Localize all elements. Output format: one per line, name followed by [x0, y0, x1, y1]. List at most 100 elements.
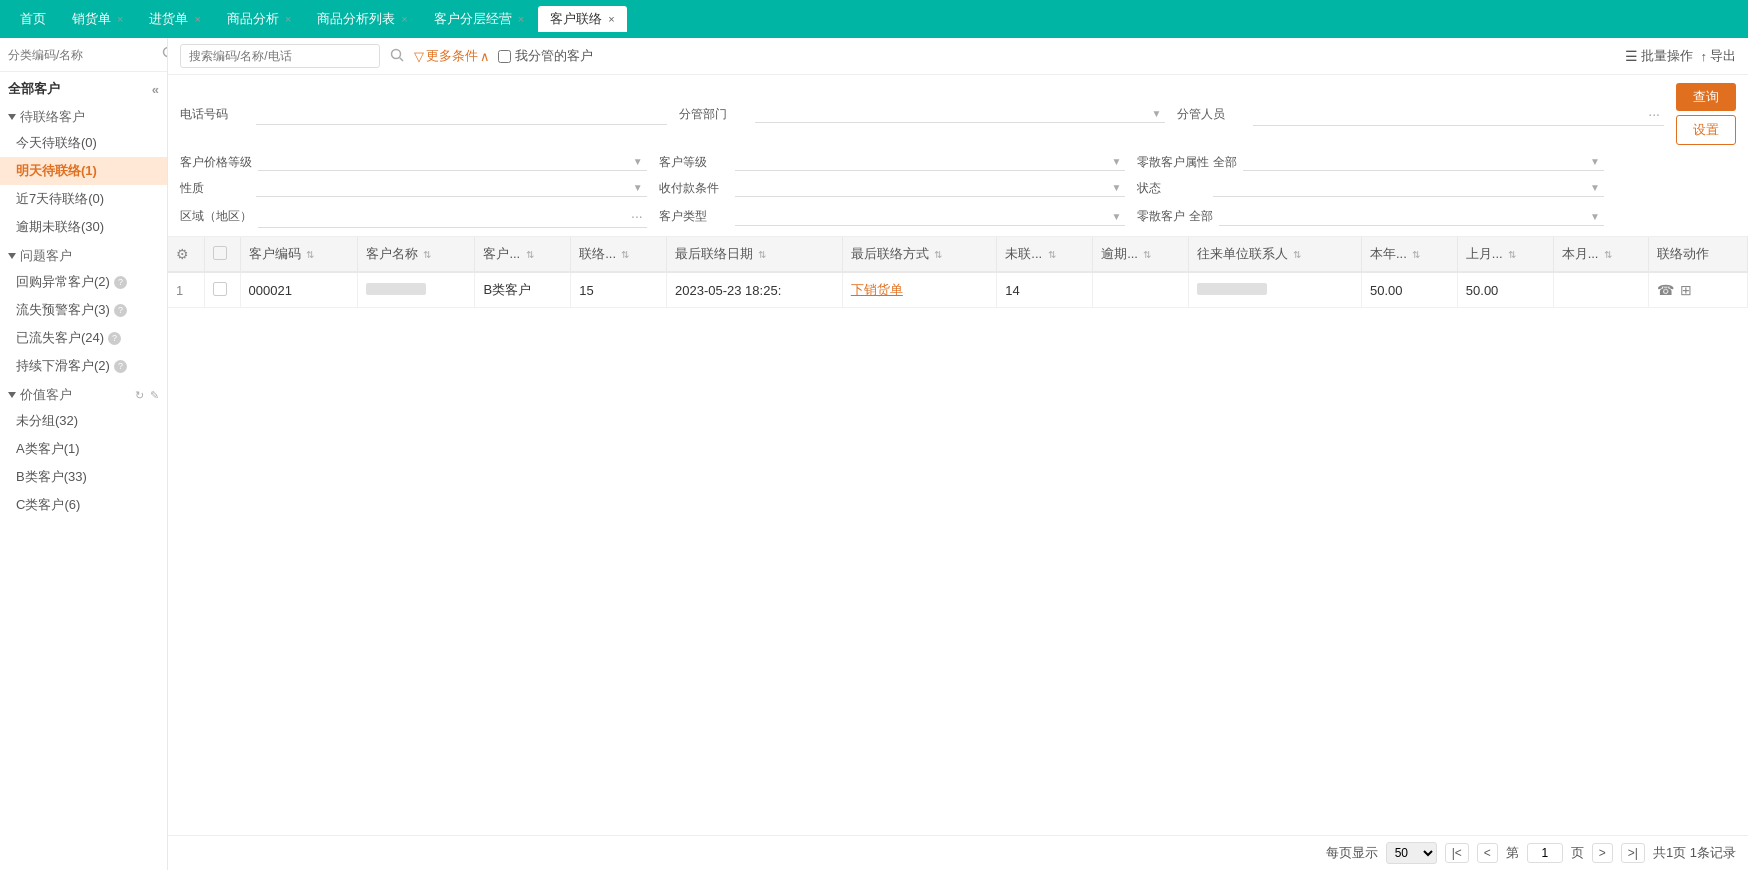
chevron-customer-level-icon: ▼	[1111, 156, 1121, 167]
last-page-button[interactable]: >|	[1621, 843, 1645, 863]
sidebar-item-class-a[interactable]: A类客户(1)	[0, 435, 167, 463]
first-page-button[interactable]: |<	[1445, 843, 1469, 863]
prev-page-button[interactable]: <	[1477, 843, 1498, 863]
sort-this-month-icon[interactable]: ⇅	[1604, 249, 1612, 260]
setting-button[interactable]: 设置	[1676, 115, 1736, 145]
select-all-checkbox[interactable]	[213, 246, 227, 260]
dots-person-icon[interactable]: ···	[1648, 106, 1660, 122]
sort-contacts-icon[interactable]: ⇅	[621, 249, 629, 260]
info-repurchase-icon: ?	[114, 276, 127, 289]
expand-problem-icon[interactable]	[8, 253, 16, 259]
filter-cell-customer-type: 客户类型 ▼	[659, 208, 1126, 226]
row-checkbox[interactable]	[213, 282, 227, 296]
sidebar-item-repurchase-abnormal[interactable]: 回购异常客户(2) ?	[0, 268, 167, 296]
filter-select-price-level[interactable]: ▼	[258, 153, 647, 171]
filter-select-region[interactable]: ···	[258, 205, 647, 228]
sidebar-item-class-c[interactable]: C类客户(6)	[0, 491, 167, 519]
nav-customer-contact[interactable]: 客户联络 ×	[538, 6, 626, 32]
sort-overdue-icon[interactable]: ⇅	[1143, 249, 1151, 260]
chevron-payment-icon: ▼	[1111, 182, 1121, 193]
sidebar-item-class-b[interactable]: B类客户(33)	[0, 463, 167, 491]
search-input[interactable]	[180, 44, 380, 68]
page-input[interactable]	[1527, 843, 1563, 863]
sidebar-item-ungrouped[interactable]: 未分组(32)	[0, 407, 167, 435]
sort-last-month-icon[interactable]: ⇅	[1508, 249, 1516, 260]
sidebar-item-declining[interactable]: 持续下滑客户(2) ?	[0, 352, 167, 380]
sidebar-search-input[interactable]	[8, 48, 158, 62]
sidebar-group-pending: 待联络客户	[0, 102, 167, 129]
sort-contact-person-icon[interactable]: ⇅	[1293, 249, 1301, 260]
sort-uncontacted-icon[interactable]: ⇅	[1048, 249, 1056, 260]
expand-value-icon[interactable]	[8, 392, 16, 398]
per-page-select[interactable]: 50 10 20 100	[1386, 842, 1437, 864]
filter-select-person[interactable]: ···	[1253, 103, 1664, 126]
svg-point-2	[392, 49, 401, 58]
td-this-month	[1553, 272, 1649, 308]
value-group-edit-icon[interactable]: ✎	[150, 389, 159, 402]
filter-select-customer-level[interactable]: ▼	[735, 153, 1126, 171]
search-button[interactable]	[388, 46, 406, 67]
filter-action-buttons: 查询 设置	[1676, 83, 1736, 145]
sidebar-item-7day-contact[interactable]: 近7天待联络(0)	[0, 185, 167, 213]
batch-op-icon: ☰	[1625, 48, 1638, 64]
sidebar-collapse-icon[interactable]: «	[152, 82, 159, 97]
more-action-icon[interactable]: ⊞	[1680, 282, 1692, 298]
sidebar-item-today-contact[interactable]: 今天待联络(0)	[0, 129, 167, 157]
batch-op-button[interactable]: ☰ 批量操作	[1625, 47, 1693, 65]
sort-last-date-icon[interactable]: ⇅	[758, 249, 766, 260]
sidebar-item-churn-warning[interactable]: 流失预警客户(3) ?	[0, 296, 167, 324]
action-icons: ☎ ⊞	[1657, 282, 1739, 298]
filter-select-customer-type[interactable]: ▼	[735, 208, 1126, 226]
filter-input-phone[interactable]	[256, 104, 667, 125]
filter-select-status[interactable]: ▼	[1213, 179, 1604, 197]
page-label: 第	[1506, 844, 1519, 862]
td-last-method: 下销货单	[842, 272, 997, 308]
value-group-refresh-icon[interactable]: ↻	[135, 389, 144, 402]
more-conditions-button[interactable]: ▽ 更多条件 ∧	[414, 47, 490, 65]
sort-this-year-icon[interactable]: ⇅	[1412, 249, 1420, 260]
nav-sales-order[interactable]: 销货单 ×	[60, 6, 135, 32]
sort-code-icon[interactable]: ⇅	[306, 249, 314, 260]
sort-last-method-icon[interactable]: ⇅	[934, 249, 942, 260]
page-suffix: 页	[1571, 844, 1584, 862]
close-customer-tier-icon[interactable]: ×	[518, 13, 524, 25]
close-product-analysis-icon[interactable]: ×	[285, 13, 291, 25]
my-customers-checkbox-label[interactable]: 我分管的客户	[498, 47, 593, 65]
filter-select-dept[interactable]: ▼	[755, 105, 1166, 123]
table-header-row: ⚙ 客户编码 ⇅ 客户名称 ⇅	[168, 237, 1748, 272]
filter-select-scatter-customer[interactable]: ▼	[1219, 208, 1604, 226]
nav-product-analysis-list[interactable]: 商品分析列表 ×	[305, 6, 419, 32]
filter-select-scatter-attr[interactable]: ▼	[1243, 153, 1604, 171]
info-churn-warning-icon: ?	[114, 304, 127, 317]
query-button[interactable]: 查询	[1676, 83, 1736, 111]
contact-action-icon[interactable]: ☎	[1657, 282, 1674, 298]
filter-bar: ▽ 更多条件 ∧ 我分管的客户 ☰ 批量操作 ↑ 导出	[168, 38, 1748, 75]
sidebar-group-value: 价值客户 ↻ ✎	[0, 380, 167, 407]
nav-purchase-order[interactable]: 进货单 ×	[137, 6, 212, 32]
close-sales-order-icon[interactable]: ×	[117, 13, 123, 25]
column-settings-icon[interactable]: ⚙	[176, 246, 189, 262]
expand-pending-icon[interactable]	[8, 114, 16, 120]
export-button[interactable]: ↑ 导出	[1701, 47, 1737, 65]
last-contact-method-link[interactable]: 下销货单	[851, 282, 903, 297]
filter-cell-customer-level: 客户等级 ▼	[659, 153, 1126, 171]
sidebar-item-tomorrow-contact[interactable]: 明天待联络(1)	[0, 157, 167, 185]
sort-type-icon[interactable]: ⇅	[526, 249, 534, 260]
my-customers-checkbox[interactable]	[498, 50, 511, 63]
dots-region-icon[interactable]: ···	[631, 208, 643, 224]
next-page-button[interactable]: >	[1592, 843, 1613, 863]
sidebar-item-overdue-contact[interactable]: 逾期未联络(30)	[0, 213, 167, 241]
close-product-analysis-list-icon[interactable]: ×	[401, 13, 407, 25]
sidebar-item-lost-customers[interactable]: 已流失客户(24) ?	[0, 324, 167, 352]
nav-product-analysis[interactable]: 商品分析 ×	[215, 6, 303, 32]
close-purchase-order-icon[interactable]: ×	[194, 13, 200, 25]
filter-select-nature[interactable]: ▼	[256, 179, 647, 197]
close-customer-contact-icon[interactable]: ×	[608, 13, 614, 25]
filter-select-payment[interactable]: ▼	[735, 179, 1126, 197]
funnel-icon: ▽	[414, 49, 424, 64]
sort-name-icon[interactable]: ⇅	[423, 249, 431, 260]
td-type: B类客户	[475, 272, 571, 308]
all-customers-title[interactable]: 全部客户 «	[0, 72, 167, 102]
nav-home[interactable]: 首页	[8, 6, 58, 32]
nav-customer-tier[interactable]: 客户分层经营 ×	[422, 6, 536, 32]
